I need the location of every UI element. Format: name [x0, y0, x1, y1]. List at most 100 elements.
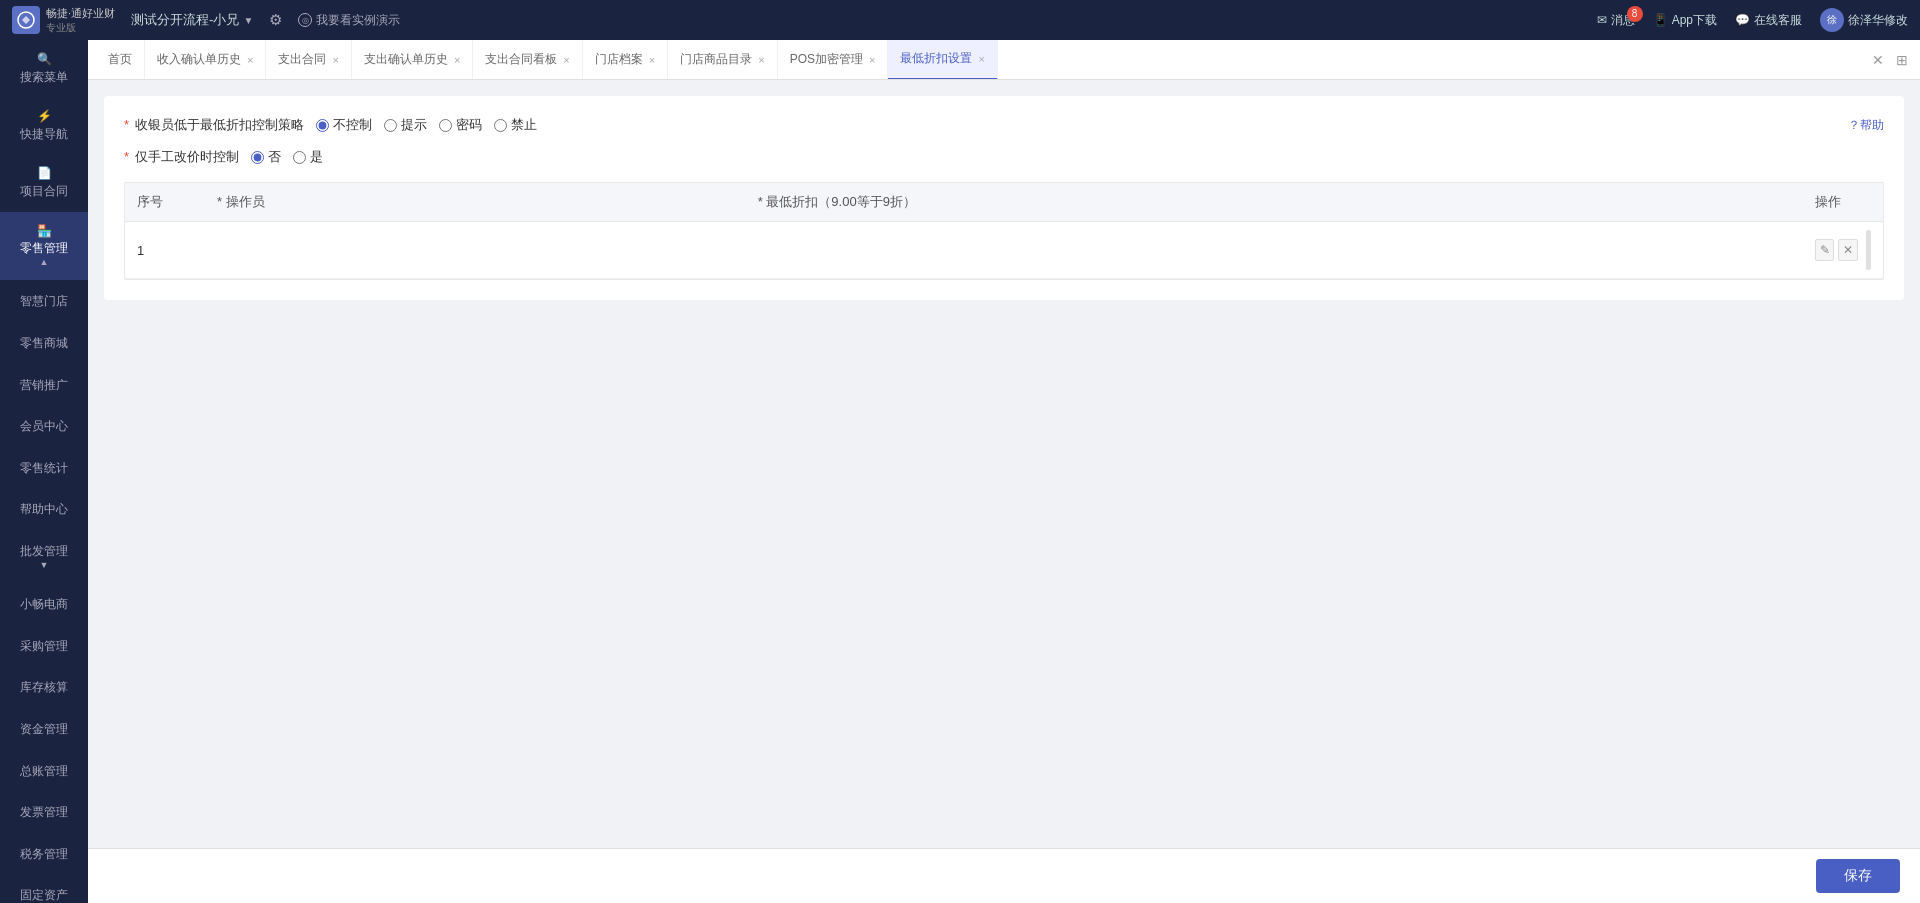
- search-icon: 🔍: [37, 52, 52, 66]
- radio-no[interactable]: [251, 151, 264, 164]
- col-action: 操作: [1803, 183, 1883, 221]
- help-link[interactable]: ？帮助: [1848, 117, 1884, 134]
- tab-close-payment-contract-board[interactable]: ×: [563, 54, 569, 66]
- tab-income-history[interactable]: 收入确认单历史 ×: [145, 40, 266, 80]
- tab-close-payment-contract[interactable]: ×: [332, 54, 338, 66]
- sidebar-item-project-contract[interactable]: 📄 项目合同: [0, 154, 88, 211]
- wholesale-arrow-icon: ▼: [40, 560, 49, 572]
- message-icon: ✉: [1597, 13, 1607, 27]
- top-bar: 畅捷·通好业财 专业版 测试分开流程-小兄 ▼ ⚙ ◎ 我要看实例演示 ✉ 消息…: [0, 0, 1920, 40]
- sidebar: 🔍 搜索菜单 ⚡ 快捷导航 📄 项目合同 🏪 零售管理 ▲ 智慧门店 零售商城 …: [0, 40, 88, 903]
- tab-close-all-button[interactable]: ✕: [1868, 50, 1888, 70]
- tab-close-pos-password[interactable]: ×: [869, 54, 875, 66]
- retail-icon: 🏪: [37, 224, 52, 240]
- contract-icon: 📄: [37, 166, 52, 180]
- sidebar-item-invoice[interactable]: 发票管理: [0, 791, 88, 833]
- option-forbid[interactable]: 禁止: [494, 116, 537, 134]
- manual-price-label: * 仅手工改价时控制: [124, 148, 239, 166]
- project-selector[interactable]: 测试分开流程-小兄 ▼: [131, 11, 253, 29]
- tab-pos-password[interactable]: POS加密管理 ×: [778, 40, 889, 80]
- tab-payment-confirm-history[interactable]: 支出确认单历史 ×: [352, 40, 473, 80]
- page-footer: 保存: [88, 848, 1920, 903]
- table-row: 1 ✎ ✕: [125, 222, 1883, 279]
- settings-icon[interactable]: ⚙: [269, 11, 282, 29]
- collapse-arrow-icon: ▲: [40, 257, 49, 269]
- cell-seq-1: 1: [125, 235, 205, 266]
- sidebar-item-retail-management[interactable]: 🏪 零售管理 ▲: [0, 212, 88, 281]
- top-bar-right: ✉ 消息 8 📱 App下载 💬 在线客服 徐 徐泽华修改: [1597, 8, 1908, 32]
- shortcut-icon: ⚡: [37, 109, 52, 123]
- tab-expand-button[interactable]: ⊞: [1892, 50, 1912, 70]
- tab-close-payment-confirm-history[interactable]: ×: [454, 54, 460, 66]
- scrollbar-thumb: [1866, 230, 1871, 270]
- sidebar-item-fixed-assets[interactable]: 固定资产: [0, 874, 88, 903]
- sidebar-item-help[interactable]: 帮助中心: [0, 488, 88, 530]
- tab-close-income-history[interactable]: ×: [247, 54, 253, 66]
- option-no-control[interactable]: 不控制: [316, 116, 372, 134]
- sidebar-item-tax[interactable]: 税务管理: [0, 833, 88, 875]
- option-no[interactable]: 否: [251, 148, 281, 166]
- delete-button-1[interactable]: ✕: [1838, 239, 1857, 261]
- option-remind[interactable]: 提示: [384, 116, 427, 134]
- online-service-button[interactable]: 💬 在线客服: [1735, 12, 1802, 29]
- demo-link[interactable]: ◎ 我要看实例演示: [298, 12, 400, 29]
- save-button[interactable]: 保存: [1816, 859, 1900, 893]
- sidebar-item-purchase[interactable]: 采购管理: [0, 625, 88, 667]
- sidebar-item-wholesale[interactable]: 批发管理 ▼: [0, 530, 88, 583]
- cashier-policy-radio-group: 不控制 提示 密码 禁止: [316, 116, 537, 134]
- cell-action-1: ✎ ✕: [1803, 222, 1883, 278]
- tab-payment-contract[interactable]: 支出合同 ×: [266, 40, 351, 80]
- app-logo: 畅捷·通好业财 专业版: [12, 6, 115, 35]
- tab-payment-contract-board[interactable]: 支出合同看板 ×: [473, 40, 582, 80]
- sidebar-item-funds[interactable]: 资金管理: [0, 708, 88, 750]
- sidebar-item-marketing[interactable]: 营销推广: [0, 364, 88, 406]
- messages-button[interactable]: ✉ 消息 8: [1597, 12, 1635, 29]
- download-icon: 📱: [1653, 13, 1668, 27]
- tab-home[interactable]: 首页: [96, 40, 145, 80]
- dropdown-arrow-icon: ▼: [243, 15, 253, 26]
- cashier-policy-row: * 收银员低于最低折扣控制策略 不控制 提示: [124, 116, 1884, 134]
- tab-close-store-products[interactable]: ×: [758, 54, 764, 66]
- logo-icon: [12, 6, 40, 34]
- tab-close-store-files[interactable]: ×: [649, 54, 655, 66]
- cell-discount-1: [746, 242, 1803, 258]
- col-seq: 序号: [125, 183, 205, 221]
- discount-table: 序号 * 操作员 * 最低折扣（9.00等于9折） 操作 1 ✎ ✕: [124, 182, 1884, 280]
- radio-no-control[interactable]: [316, 119, 329, 132]
- sidebar-item-retail-stats[interactable]: 零售统计: [0, 447, 88, 489]
- option-yes[interactable]: 是: [293, 148, 323, 166]
- service-icon: 💬: [1735, 13, 1750, 27]
- app-download-button[interactable]: 📱 App下载: [1653, 12, 1717, 29]
- edit-button-1[interactable]: ✎: [1815, 239, 1834, 261]
- table-header: 序号 * 操作员 * 最低折扣（9.00等于9折） 操作: [125, 183, 1883, 222]
- tab-close-min-discount[interactable]: ×: [978, 53, 984, 65]
- option-password[interactable]: 密码: [439, 116, 482, 134]
- sidebar-item-smart-store[interactable]: 智慧门店: [0, 280, 88, 322]
- sidebar-item-accounting[interactable]: 总账管理: [0, 750, 88, 792]
- user-menu-button[interactable]: 徐 徐泽华修改: [1820, 8, 1908, 32]
- tab-bar: 首页 收入确认单历史 × 支出合同 × 支出确认单历史 × 支出合同看板 × 门…: [88, 40, 1920, 80]
- sidebar-item-search[interactable]: 🔍 搜索菜单: [0, 40, 88, 97]
- radio-forbid[interactable]: [494, 119, 507, 132]
- cell-operator-1: [205, 242, 746, 258]
- page-content: * 收银员低于最低折扣控制策略 不控制 提示: [88, 80, 1920, 848]
- manual-price-row: * 仅手工改价时控制 否 是: [124, 148, 1884, 166]
- radio-yes[interactable]: [293, 151, 306, 164]
- tab-bar-controls: ✕ ⊞: [1868, 50, 1912, 70]
- radio-remind[interactable]: [384, 119, 397, 132]
- main-layout: 🔍 搜索菜单 ⚡ 快捷导航 📄 项目合同 🏪 零售管理 ▲ 智慧门店 零售商城 …: [0, 40, 1920, 903]
- sidebar-item-inventory[interactable]: 库存核算: [0, 666, 88, 708]
- avatar: 徐: [1820, 8, 1844, 32]
- tab-min-discount[interactable]: 最低折扣设置 ×: [888, 40, 997, 80]
- sidebar-item-shortcut[interactable]: ⚡ 快捷导航: [0, 97, 88, 154]
- content-area: 首页 收入确认单历史 × 支出合同 × 支出确认单历史 × 支出合同看板 × 门…: [88, 40, 1920, 903]
- sidebar-item-member[interactable]: 会员中心: [0, 405, 88, 447]
- sidebar-item-retail-mall[interactable]: 零售商城: [0, 322, 88, 364]
- col-operator: * 操作员: [205, 183, 746, 221]
- app-name: 畅捷·通好业财 专业版: [46, 6, 115, 35]
- tab-store-products[interactable]: 门店商品目录 ×: [668, 40, 777, 80]
- tab-store-files[interactable]: 门店档案 ×: [583, 40, 668, 80]
- col-discount: * 最低折扣（9.00等于9折）: [746, 183, 1803, 221]
- sidebar-item-ecommerce[interactable]: 小畅电商: [0, 583, 88, 625]
- radio-password[interactable]: [439, 119, 452, 132]
